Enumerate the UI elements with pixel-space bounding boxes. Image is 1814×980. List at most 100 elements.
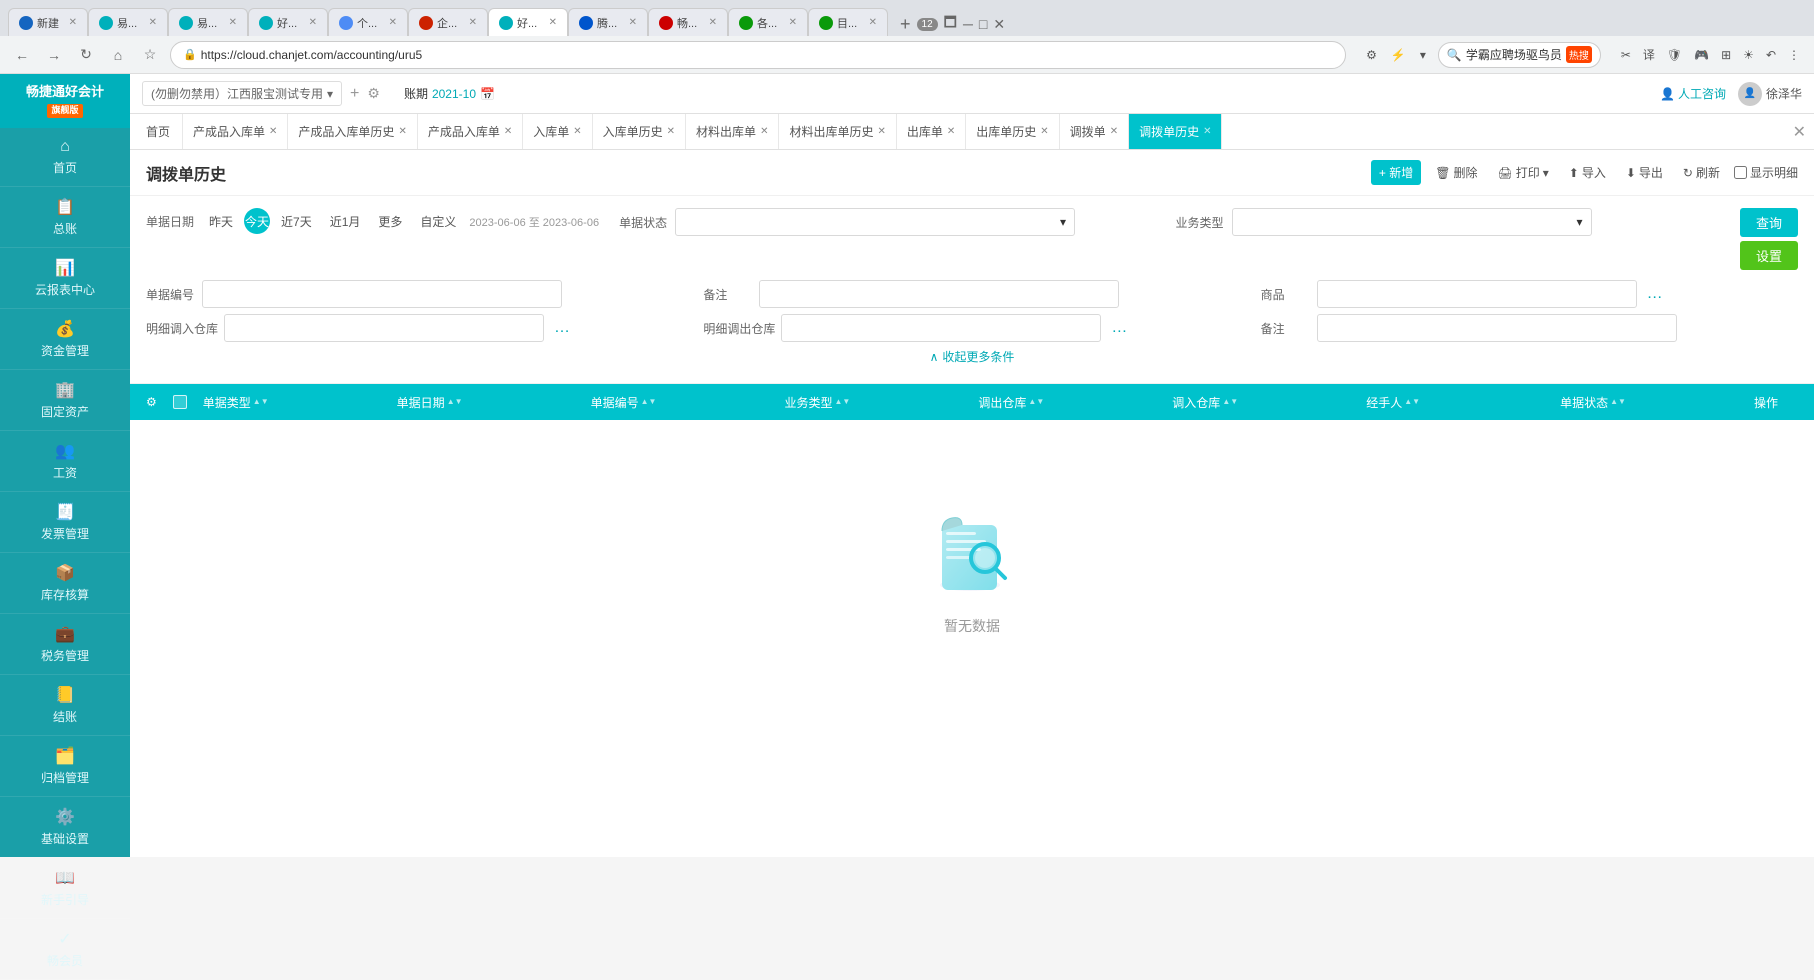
- th-date[interactable]: 单据日期 ▲▼: [389, 394, 583, 411]
- user-info[interactable]: 👤 徐泽华: [1738, 82, 1802, 106]
- scissors-btn[interactable]: ✂: [1617, 46, 1635, 64]
- back-btn[interactable]: ←: [10, 43, 34, 67]
- page-tab-material-out[interactable]: 材料出库单 ✕: [686, 114, 779, 150]
- tab-close-4[interactable]: ✕: [389, 17, 397, 28]
- home-browser-btn[interactable]: ⌂: [106, 43, 130, 67]
- delete-btn[interactable]: 🗑 删除: [1429, 160, 1483, 185]
- page-tab-out-hist[interactable]: 出库单历史 ✕: [966, 114, 1059, 150]
- filter-remark-input[interactable]: [759, 280, 1119, 308]
- th-type[interactable]: 单据类型 ▲▼: [195, 394, 389, 411]
- filter-month-btn[interactable]: 近1月: [323, 210, 368, 233]
- sidebar-item-tax[interactable]: 💼 税务管理: [0, 614, 130, 675]
- filter-more-btn[interactable]: 更多: [371, 210, 409, 233]
- page-tab-transfer-close[interactable]: ✕: [1110, 126, 1118, 137]
- filter-settings-btn[interactable]: 设置: [1740, 241, 1798, 270]
- new-btn[interactable]: + 新增: [1371, 160, 1421, 185]
- search-bar[interactable]: 🔍 学霸应聘场驱鸟员 热搜: [1438, 42, 1601, 68]
- th-status[interactable]: 单据状态 ▲▼: [1552, 394, 1746, 411]
- history-btn[interactable]: ↶: [1762, 46, 1780, 64]
- page-tab-products-in-close[interactable]: ✕: [269, 126, 277, 137]
- translate-btn[interactable]: 译: [1639, 44, 1659, 65]
- tab-close-0[interactable]: ✕: [69, 17, 77, 28]
- tab-close-8[interactable]: ✕: [709, 17, 717, 28]
- filter-goods-input[interactable]: [1317, 280, 1637, 308]
- page-tab-transfer-hist[interactable]: 调拨单历史 ✕: [1129, 114, 1222, 150]
- tab-close-5[interactable]: ✕: [469, 17, 477, 28]
- page-tab-material-out-hist[interactable]: 材料出库单历史 ✕: [779, 114, 896, 150]
- sidebar-item-archive[interactable]: 🗂️ 归档管理: [0, 736, 130, 797]
- filter-biz-select[interactable]: ▾: [1232, 208, 1592, 236]
- browser-tab-2[interactable]: 易... ✕: [168, 8, 248, 36]
- page-tab-in-hist-close[interactable]: ✕: [667, 126, 675, 137]
- browser-tab-5[interactable]: 企... ✕: [408, 8, 488, 36]
- tab-close-6[interactable]: ✕: [549, 17, 557, 28]
- browser-tab-1[interactable]: 易... ✕: [88, 8, 168, 36]
- extensions-btn[interactable]: ⚙: [1362, 46, 1381, 64]
- page-tab-products-in2-close[interactable]: ✕: [504, 126, 512, 137]
- filter-detail-out-input[interactable]: [781, 314, 1101, 342]
- refresh-btn[interactable]: ↻ 刷新: [1677, 160, 1726, 185]
- filter-status-select[interactable]: ▾: [675, 208, 1075, 236]
- print-btn[interactable]: 🖨 打印 ▾: [1491, 160, 1554, 185]
- close-all-tabs-btn[interactable]: ✕: [1785, 122, 1814, 142]
- period-value[interactable]: 2021-10: [432, 87, 476, 101]
- th-biz[interactable]: 业务类型 ▲▼: [776, 394, 970, 411]
- tab-close-1[interactable]: ✕: [149, 17, 157, 28]
- th-checkbox[interactable]: [165, 395, 195, 409]
- tab-close-9[interactable]: ✕: [789, 17, 797, 28]
- game-btn[interactable]: 🎮: [1690, 46, 1713, 64]
- dropdown-btn[interactable]: ▾: [1416, 46, 1430, 64]
- sidebar-item-close[interactable]: 📒 结账: [0, 675, 130, 736]
- browser-tab-3[interactable]: 好... ✕: [248, 8, 328, 36]
- tab-close-7[interactable]: ✕: [629, 17, 637, 28]
- theme-btn[interactable]: ☀: [1739, 46, 1758, 64]
- browser-tab-10[interactable]: 目... ✕: [808, 8, 888, 36]
- import-btn[interactable]: ⬆ 导入: [1563, 160, 1612, 185]
- grid-btn[interactable]: ⊞: [1717, 46, 1735, 64]
- sidebar-item-report[interactable]: 📊 云报表中心: [0, 248, 130, 309]
- sidebar-item-fixed[interactable]: 🏢 固定资产: [0, 370, 130, 431]
- sidebar-item-guide[interactable]: 📖 新手引导: [0, 858, 130, 919]
- page-tab-in-order[interactable]: 入库单 ✕: [523, 114, 592, 150]
- company-selector[interactable]: (勿删勿禁用）江西服宝测试专用 ▾: [142, 81, 342, 106]
- page-tab-home[interactable]: 首页: [134, 114, 183, 150]
- filter-detail-in-dots[interactable]: …: [554, 319, 570, 337]
- filter-today-btn[interactable]: 今天: [244, 208, 270, 234]
- filter-week-btn[interactable]: 近7天: [274, 210, 319, 233]
- sidebar-item-home[interactable]: ⌂ 首页: [0, 128, 130, 187]
- shield-btn[interactable]: 🛡: [1663, 46, 1686, 64]
- browser-tab-4[interactable]: 个... ✕: [328, 8, 408, 36]
- tab-close-2[interactable]: ✕: [229, 17, 237, 28]
- browser-tab-9[interactable]: 各... ✕: [728, 8, 808, 36]
- new-tab-btn[interactable]: +: [900, 14, 911, 35]
- show-cols-btn[interactable]: 显示明细: [1734, 164, 1798, 181]
- minimize-btn[interactable]: ─: [963, 16, 973, 32]
- filter-yesterday-btn[interactable]: 昨天: [202, 210, 240, 233]
- help-link[interactable]: 👤 人工咨询: [1660, 85, 1726, 102]
- page-tab-in-order-close[interactable]: ✕: [573, 126, 581, 137]
- sidebar-item-fund[interactable]: 💰 资金管理: [0, 309, 130, 370]
- filter-docnum-input[interactable]: [202, 280, 562, 308]
- sidebar-item-ledger[interactable]: 📋 总账: [0, 187, 130, 248]
- menu-btn[interactable]: ⋮: [1784, 46, 1804, 64]
- th-num[interactable]: 单据编号 ▲▼: [583, 394, 777, 411]
- filter-detail-in-input[interactable]: [224, 314, 544, 342]
- page-tab-out-order-close[interactable]: ✕: [947, 126, 955, 137]
- filter-goods-dots[interactable]: …: [1647, 285, 1663, 303]
- export-btn[interactable]: ⬇ 导出: [1620, 160, 1669, 185]
- page-tab-material-out-hist-close[interactable]: ✕: [877, 126, 885, 137]
- th-out[interactable]: 调出仓库 ▲▼: [970, 394, 1164, 411]
- calendar-icon[interactable]: 📅: [480, 87, 495, 101]
- page-tab-out-order[interactable]: 出库单 ✕: [897, 114, 966, 150]
- add-company-btn[interactable]: +: [350, 85, 359, 103]
- page-tab-material-out-close[interactable]: ✕: [760, 126, 768, 137]
- sidebar-item-settings[interactable]: ⚙️ 基础设置: [0, 797, 130, 858]
- browser-tab-7[interactable]: 腾... ✕: [568, 8, 648, 36]
- query-btn[interactable]: 查询: [1740, 208, 1798, 237]
- sidebar-item-wage[interactable]: 👥 工资: [0, 431, 130, 492]
- tab-menu-btn[interactable]: 🗖: [944, 12, 957, 36]
- forward-btn[interactable]: →: [42, 43, 66, 67]
- th-in[interactable]: 调入仓库 ▲▼: [1164, 394, 1358, 411]
- sidebar-item-inventory[interactable]: 📦 库存核算: [0, 553, 130, 614]
- settings-gear-icon[interactable]: ⚙: [367, 85, 380, 102]
